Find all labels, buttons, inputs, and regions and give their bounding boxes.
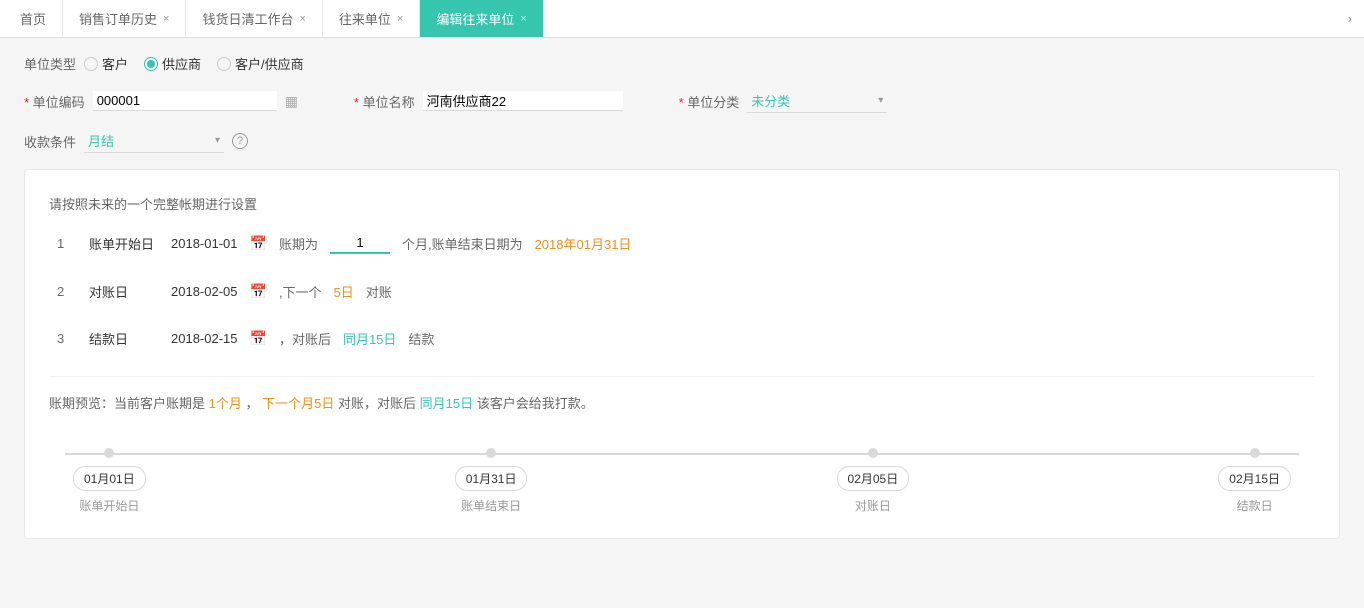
point-name-4: 结款日 [1237,497,1273,514]
payment-terms-value: 月结 [88,131,215,150]
tab-cash-work[interactable]: 钱货日清工作台 × [186,0,322,37]
tab-close-partner[interactable]: × [397,13,403,25]
preview-mid: ， [246,396,259,411]
point-label-3: 02月05日 [837,466,910,491]
unit-info-row: 单位编码 ▦ 单位名称 单位分类 未分类 ▾ [24,89,1340,113]
timeline-point-2: 01月31日 账单结束日 [455,448,528,514]
point-name-1: 账单开始日 [79,497,139,514]
help-icon[interactable]: ? [232,133,248,149]
payment-terms-label: 收款条件 [24,132,76,151]
row-num-2: 2 [57,284,77,299]
unit-name-group: 单位名称 [354,91,623,111]
payment-terms-select[interactable]: 月结 ▾ [84,129,224,153]
row-label-2: 对账日 [89,282,159,301]
preview-1m: 1个月 [209,396,242,411]
suffix-after-3: 结款 [408,329,434,348]
payment-terms-chevron-icon: ▾ [215,135,220,146]
highlight-3: 同月15日 [343,329,396,348]
chevron-down-icon: ▾ [878,95,883,106]
point-name-3: 对账日 [855,497,891,514]
unit-type-row: 单位类型 客户 供应商 客户/供应商 [24,54,1340,73]
preview-end: 该客户会给我打款。 [477,396,594,411]
radio-label-supplier: 供应商 [162,54,201,73]
suffix-before-2: ,下一个 [279,282,322,301]
timeline-point-3: 02月05日 对账日 [837,448,910,514]
row-num-1: 1 [57,236,77,251]
unit-name-label: 单位名称 [354,92,415,111]
unit-code-label: 单位编码 [24,92,85,111]
radio-group: 客户 供应商 客户/供应商 [84,54,304,73]
end-date-1: 2018年01月31日 [535,234,632,253]
unit-type-group: 单位类型 客户 供应商 客户/供应商 [24,54,304,73]
suffix-before-3: ，对账后 [279,329,331,348]
tab-bar: 首页 销售订单历史 × 钱货日清工作台 × 往来单位 × 编辑往来单位 × › [0,0,1364,38]
radio-label-customer-supplier: 客户/供应商 [235,54,304,73]
preview-next: 下一个月5日 [262,396,334,411]
timeline-point-4: 02月15日 结款日 [1218,448,1291,514]
calendar-icon-code[interactable]: ▦ [285,93,298,110]
row-label-3: 结款日 [89,329,159,348]
highlight-2: 5日 [334,282,354,301]
calendar-icon-1[interactable]: 📅 [250,235,267,252]
tab-more-arrow[interactable]: › [1340,0,1360,37]
payment-terms-row: 收款条件 月结 ▾ ? [24,129,1340,153]
suffix-before-1: 账期为 [279,234,318,253]
period-input[interactable] [330,233,390,254]
tab-close-cash-work[interactable]: × [299,13,305,25]
radio-circle-supplier [144,57,158,71]
suffix-after-2: 对账 [366,282,392,301]
radio-customer-supplier[interactable]: 客户/供应商 [217,54,304,73]
radio-supplier[interactable]: 供应商 [144,54,201,73]
setting-row-1: 1 账单开始日 2018-01-01 📅 账期为 个月,账单结束日期为 2018… [49,233,1315,254]
date-value-3: 2018-02-15 [171,331,238,346]
card-instruction: 请按照未来的一个完整帐期进行设置 [49,194,1315,213]
unit-type-label: 单位类型 [24,54,76,73]
payment-terms-group: 收款条件 月结 ▾ ? [24,129,248,153]
radio-circle-customer [84,57,98,71]
point-label-1: 01月01日 [73,466,146,491]
point-name-2: 账单结束日 [461,497,521,514]
tab-edit-partner[interactable]: 编辑往来单位 × [420,0,543,37]
date-value-2: 2018-02-05 [171,284,238,299]
tab-close-edit-partner[interactable]: × [520,13,526,25]
unit-category-select[interactable]: 未分类 ▾ [747,89,887,113]
point-dot-1 [104,448,114,458]
point-label-4: 02月15日 [1218,466,1291,491]
timeline-section: 01月01日 账单开始日 01月31日 账单结束日 02月05日 对账日 [49,428,1315,514]
unit-category-label: 单位分类 [679,92,740,111]
tab-close-sales-history[interactable]: × [163,13,169,25]
setting-row-2: 2 对账日 2018-02-05 📅 ,下一个 5日 对账 [49,282,1315,301]
calendar-icon-2[interactable]: 📅 [250,283,267,300]
unit-category-group: 单位分类 未分类 ▾ [679,89,888,113]
preview-same: 同月15日 [420,396,473,411]
settings-card: 请按照未来的一个完整帐期进行设置 1 账单开始日 2018-01-01 📅 账期… [24,169,1340,539]
unit-category-value: 未分类 [751,91,878,110]
tab-sales-history[interactable]: 销售订单历史 × [63,0,186,37]
radio-circle-customer-supplier [217,57,231,71]
row-label-1: 账单开始日 [89,234,159,253]
preview-section: 账期预览：当前客户账期是 1个月 ， 下一个月5日 对账，对账后 同月15日 该… [49,376,1315,428]
calendar-icon-3[interactable]: 📅 [250,330,267,347]
main-content: 单位类型 客户 供应商 客户/供应商 单位编码 ▦ [0,38,1364,555]
radio-label-customer: 客户 [102,54,128,73]
point-label-2: 01月31日 [455,466,528,491]
unit-code-input[interactable] [93,91,277,111]
row-num-3: 3 [57,331,77,346]
unit-name-input[interactable] [423,91,623,111]
date-value-1: 2018-01-01 [171,236,238,251]
point-dot-4 [1250,448,1260,458]
preview-prefix: 账期预览：当前客户账期是 [49,396,205,411]
setting-row-3: 3 结款日 2018-02-15 📅 ，对账后 同月15日 结款 [49,329,1315,348]
point-dot-3 [868,448,878,458]
tab-partner[interactable]: 往来单位 × [323,0,420,37]
timeline-point-1: 01月01日 账单开始日 [73,448,146,514]
suffix-after-1: 个月,账单结束日期为 [402,234,523,253]
unit-code-group: 单位编码 ▦ [24,91,298,111]
radio-customer[interactable]: 客户 [84,54,128,73]
timeline-wrapper: 01月01日 账单开始日 01月31日 账单结束日 02月05日 对账日 [49,448,1315,514]
preview-after: 对账，对账后 [338,396,416,411]
tab-home[interactable]: 首页 [4,0,63,37]
point-dot-2 [486,448,496,458]
